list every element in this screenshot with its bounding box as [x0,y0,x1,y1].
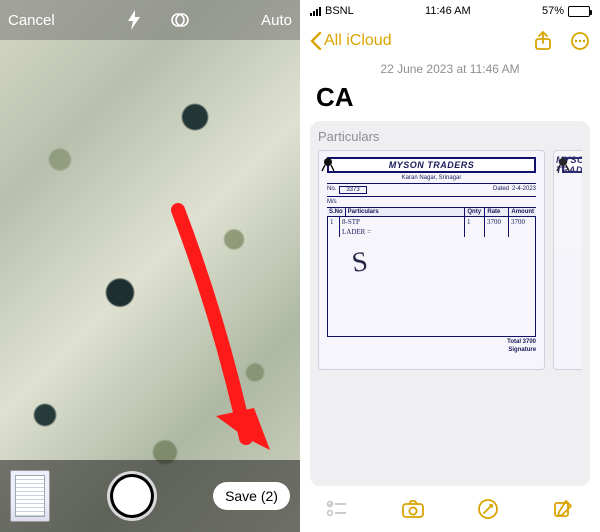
line1-qty: 1 [465,217,485,227]
signature-label: Signature [508,347,536,353]
receipt-ms-label: M/s [327,199,337,205]
scan-strip: MYSON TRADERS Karan Nagar, Srinagar No. … [318,150,582,370]
vendor-logo-icon [554,155,572,173]
line1-item: 8-STP [340,217,465,227]
more-icon[interactable] [570,31,590,51]
note-date: 22 June 2023 at 11:46 AM [300,60,600,82]
col-amount: Amount [509,208,536,216]
cancel-button[interactable]: Cancel [8,12,55,29]
filter-icon[interactable] [170,10,190,30]
annotation-arrow [150,200,290,500]
notes-pane: BSNL 11:46 AM 57% All iCloud 22 June 202… [300,0,600,532]
save-button[interactable]: Save (2) [213,482,290,510]
scan-attachment-card[interactable]: Particulars MYSON TRADERS Karan Nagar, S… [310,121,590,486]
compose-icon[interactable] [552,498,574,520]
col-qty: Qnty [465,208,485,216]
scan-label: Particulars [318,129,582,144]
share-icon[interactable] [534,31,552,51]
clock: 11:46 AM [425,5,471,17]
col-particulars: Particulars [346,208,466,216]
scan-thumbnail[interactable] [10,470,50,522]
line1-amt: 3700 [509,217,535,227]
shutter-button[interactable] [107,471,157,521]
camera-top-bar: Cancel Auto [0,0,300,40]
camera-bottom-bar: Save (2) [0,460,300,532]
checklist-icon[interactable] [326,499,348,519]
receipt-dated-label: Dated [493,186,509,194]
back-label: All iCloud [324,32,392,50]
receipt-dated-value: 2-4-2023 [512,186,536,194]
camera-top-center [126,10,190,30]
signal-icon [310,7,321,16]
carrier-label: BSNL [325,5,354,17]
camera-scan-pane: Cancel Auto Save (2) [0,0,300,532]
chevron-left-icon [310,32,322,50]
back-button[interactable]: All iCloud [310,32,392,50]
receipt-no-value: 3373 [339,186,366,194]
vendor-sub: Karan Nagar, Srinagar [319,175,544,181]
auto-button[interactable]: Auto [261,12,292,29]
note-title[interactable]: CA [300,82,600,121]
total-label: Total [507,339,521,345]
col-sno: S.No [327,208,346,216]
receipt-page-1[interactable]: MYSON TRADERS Karan Nagar, Srinagar No. … [318,150,545,370]
battery-icon [568,6,590,17]
receipt-no-label: No. [327,186,336,194]
nav-bar: All iCloud [300,22,600,60]
vendor-logo-icon [319,155,337,173]
camera-icon[interactable] [401,499,425,519]
line2-item: LADER = [340,227,465,237]
receipt-page-2[interactable]: MYSON TRADERS [553,150,582,370]
status-bar: BSNL 11:46 AM 57% [300,0,600,22]
notes-toolbar [300,486,600,532]
col-rate: Rate [485,208,509,216]
total-value: 3700 [523,339,536,345]
flash-icon[interactable] [126,10,142,30]
markup-icon[interactable] [477,498,499,520]
line1-rate: 3700 [485,217,509,227]
vendor-name: MYSON TRADERS [327,157,536,173]
battery-pct: 57% [542,5,564,17]
handwriting-scribble: S [350,246,370,280]
